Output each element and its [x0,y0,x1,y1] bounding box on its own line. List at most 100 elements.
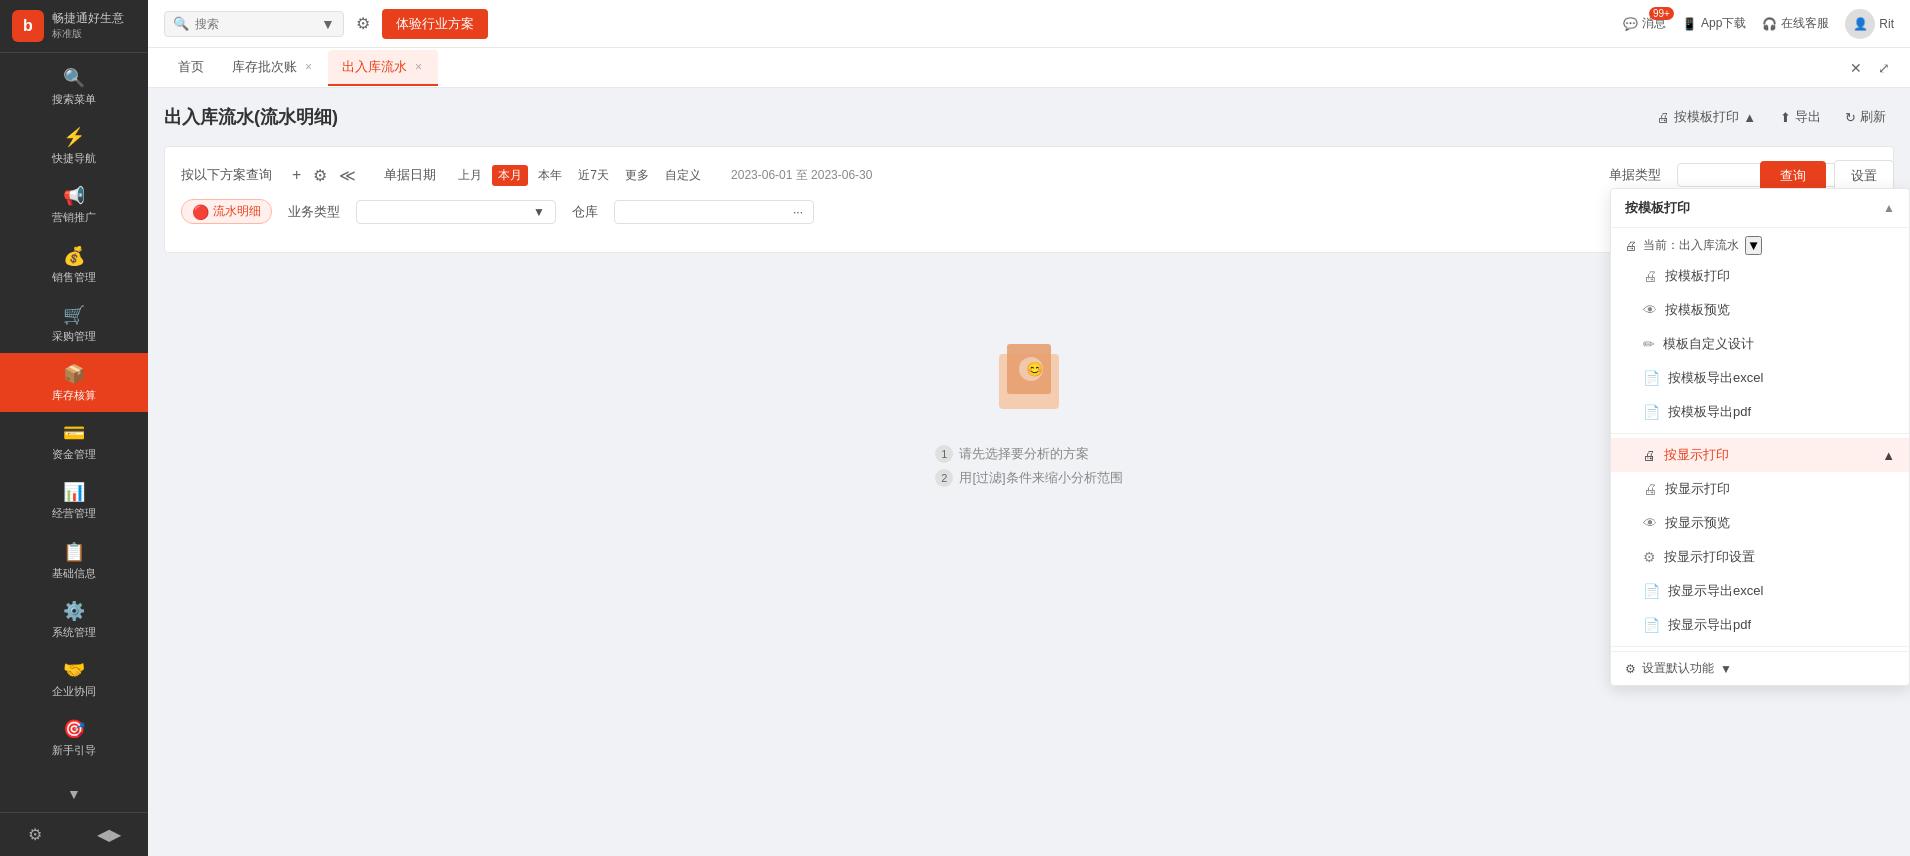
sidebar-item-sales[interactable]: 💰 销售管理 [0,235,148,294]
export-icon: ⬆ [1780,110,1791,125]
dropdown-panel-expand-btn[interactable]: ▲ [1883,201,1895,215]
empty-tip-2: 2 用[过滤]条件来缩小分析范围 [935,469,1122,487]
dropdown-item-display-export-pdf[interactable]: 📄按显示导出pdf [1611,608,1909,642]
inventory-label: 库存核算 [52,389,96,402]
dropdown-item-template-custom[interactable]: ✏模板自定义设计 [1611,327,1909,361]
sidebar-item-guide[interactable]: 🎯新手引导 [0,708,148,767]
dropdown-item-display-print-settings[interactable]: ⚙按显示打印设置 [1611,540,1909,574]
header-gear-btn[interactable]: ⚙ [356,14,370,33]
display-preview-icon: 👁 [1643,515,1657,531]
dropdown-item-display-print[interactable]: 🖨 按显示打印 [1611,472,1909,506]
filter-add-btn[interactable]: + [288,164,305,186]
capital-icon: 💳 [63,422,85,444]
app-download-label: App下载 [1701,15,1746,32]
logo-icon: b [12,10,44,42]
dropdown-panel: 按模板打印 ▲ 🖨 当前：出入库流水 ▼ 🖨按模板打印👁按模板预览✏模板自定义设… [1610,188,1910,686]
dropdown-item-template-export-excel[interactable]: 📄按模板导出excel [1611,361,1909,395]
sales-icon: 💰 [63,245,85,267]
sidebar-scroll-up[interactable]: ▼ [61,780,87,808]
current-icon: 🖨 [1625,239,1637,253]
tab-batch-ledger[interactable]: 库存批次账× [218,50,328,86]
refresh-btn[interactable]: ↻ 刷新 [1837,104,1894,130]
dropdown-footer[interactable]: ⚙ 设置默认功能 ▼ [1611,651,1909,685]
search-icon: 🔍 [63,67,85,89]
business-type-select[interactable]: ▼ [356,200,556,224]
date-btn-prev-month[interactable]: 上月 [452,165,488,186]
display-export-pdf-icon: 📄 [1643,617,1660,633]
tab-close-batch-ledger[interactable]: × [303,61,314,73]
sidebar-item-cooperation[interactable]: 🤝企业协同 [0,649,148,708]
display-print-icon: 🖨 [1643,481,1657,497]
dropdown-divider-1 [1611,433,1909,434]
template-items: 🖨按模板打印👁按模板预览✏模板自定义设计📄按模板导出excel📄按模板导出pdf [1611,259,1909,429]
user-info[interactable]: 👤 Rit [1845,9,1894,39]
display-export-excel-icon: 📄 [1643,583,1660,599]
sidebar-settings-btn[interactable]: ⚙ [20,821,50,848]
sidebar-item-marketing[interactable]: 📢营销推广 [0,175,148,234]
template-export-excel-label: 按模板导出excel [1668,369,1763,387]
dropdown-item-template-print[interactable]: 🖨按模板打印 [1611,259,1909,293]
export-btn[interactable]: ⬆ 导出 [1772,104,1829,130]
online-service-btn[interactable]: 🎧 在线客服 [1762,15,1829,32]
date-label: 单据日期 [384,166,436,184]
sidebar-item-capital[interactable]: 💳资金管理 [0,412,148,471]
warehouse-select[interactable]: ··· [614,200,814,224]
header-search-box[interactable]: 🔍 ▼ [164,11,344,37]
search-input[interactable] [195,17,315,31]
tab-close-all-btn[interactable]: ✕ [1846,58,1866,78]
app-download-icon: 📱 [1682,17,1697,31]
search-dropdown-btn[interactable]: ▼ [321,16,335,32]
date-btn-this-month[interactable]: 本月 [492,165,528,186]
print-template-label: 按模板打印 [1674,108,1739,126]
date-btn-custom[interactable]: 自定义 [659,165,707,186]
dropdown-item-template-export-pdf[interactable]: 📄按模板导出pdf [1611,395,1909,429]
template-custom-icon: ✏ [1643,336,1655,352]
display-section-chevron: ▲ [1882,448,1895,463]
refresh-icon: ↻ [1845,110,1856,125]
guide-icon: 🎯 [63,718,85,740]
dropdown-item-template-preview[interactable]: 👁按模板预览 [1611,293,1909,327]
display-print-label: 按显示打印 [1665,480,1730,498]
template-export-pdf-label: 按模板导出pdf [1668,403,1751,421]
sidebar-item-search[interactable]: 🔍搜索菜单 [0,57,148,116]
sidebar-bottom: ⚙ ◀▶ [0,812,148,856]
refresh-label: 刷新 [1860,108,1886,126]
industry-btn[interactable]: 体验行业方案 [382,9,488,39]
tip-num-2: 2 [935,469,953,487]
sales-label: 销售管理 [52,271,96,284]
sidebar-item-operation[interactable]: 📊经营管理 [0,471,148,530]
basic-icon: 📋 [63,541,85,563]
tab-maximize-btn[interactable]: ⤢ [1874,58,1894,78]
print-template-btn[interactable]: 🖨 按模板打印 ▲ [1649,104,1764,130]
sidebar-item-system[interactable]: ⚙️系统管理 [0,590,148,649]
sidebar-item-purchase[interactable]: 🛒采购管理 [0,294,148,353]
date-btn-this-year[interactable]: 本年 [532,165,568,186]
sidebar-item-app-center[interactable]: 🔲应用中心 [0,767,148,776]
tab-home[interactable]: 首页 [164,50,218,86]
sidebar-item-basic[interactable]: 📋基础信息 [0,531,148,590]
dropdown-item-display-preview[interactable]: 👁按显示预览 [1611,506,1909,540]
dropdown-item-display-export-excel[interactable]: 📄 按显示导出excel [1611,574,1909,608]
display-section-title[interactable]: 🖨 按显示打印 ▲ [1611,438,1909,472]
current-chevron-btn[interactable]: ▼ [1745,236,1762,255]
cooperation-label: 企业协同 [52,685,96,698]
filter-collapse-icon-btn[interactable]: ≪ [335,164,360,187]
user-name: Rit [1879,17,1894,31]
page-header: 出入库流水(流水明细) 🖨 按模板打印 ▲ ⬆ 导出 ↻ 刷新 [164,104,1894,130]
query-btn[interactable]: 查询 [1760,161,1826,191]
tab-inout-flow[interactable]: 出入库流水 × [328,50,438,86]
sidebar-item-inventory[interactable]: 📦 库存核算 [0,353,148,412]
app-download-btn[interactable]: 📱 App下载 [1682,15,1746,32]
footer-icon: ⚙ [1625,662,1636,676]
filter-settings-btn[interactable]: ⚙ [309,164,331,187]
sidebar-item-quick-nav[interactable]: ⚡快捷导航 [0,116,148,175]
date-btn-last-7days[interactable]: 近7天 [572,165,615,186]
sidebar-collapse-btn[interactable]: ◀▶ [89,821,129,848]
date-btn-more[interactable]: 更多 [619,165,655,186]
message-btn[interactable]: 💬 消息 99+ [1623,15,1666,32]
display-export-excel-label: 按显示导出excel [1668,582,1763,600]
inventory-icon: 📦 [63,363,85,385]
tab-label-inout-flow: 出入库流水 [342,58,407,76]
sidebar: b 畅捷通好生意 标准版 🔍搜索菜单⚡快捷导航📢营销推广💰销售管理🛒采购管理📦库… [0,0,148,856]
tab-close-inout-flow[interactable]: × [413,61,424,73]
